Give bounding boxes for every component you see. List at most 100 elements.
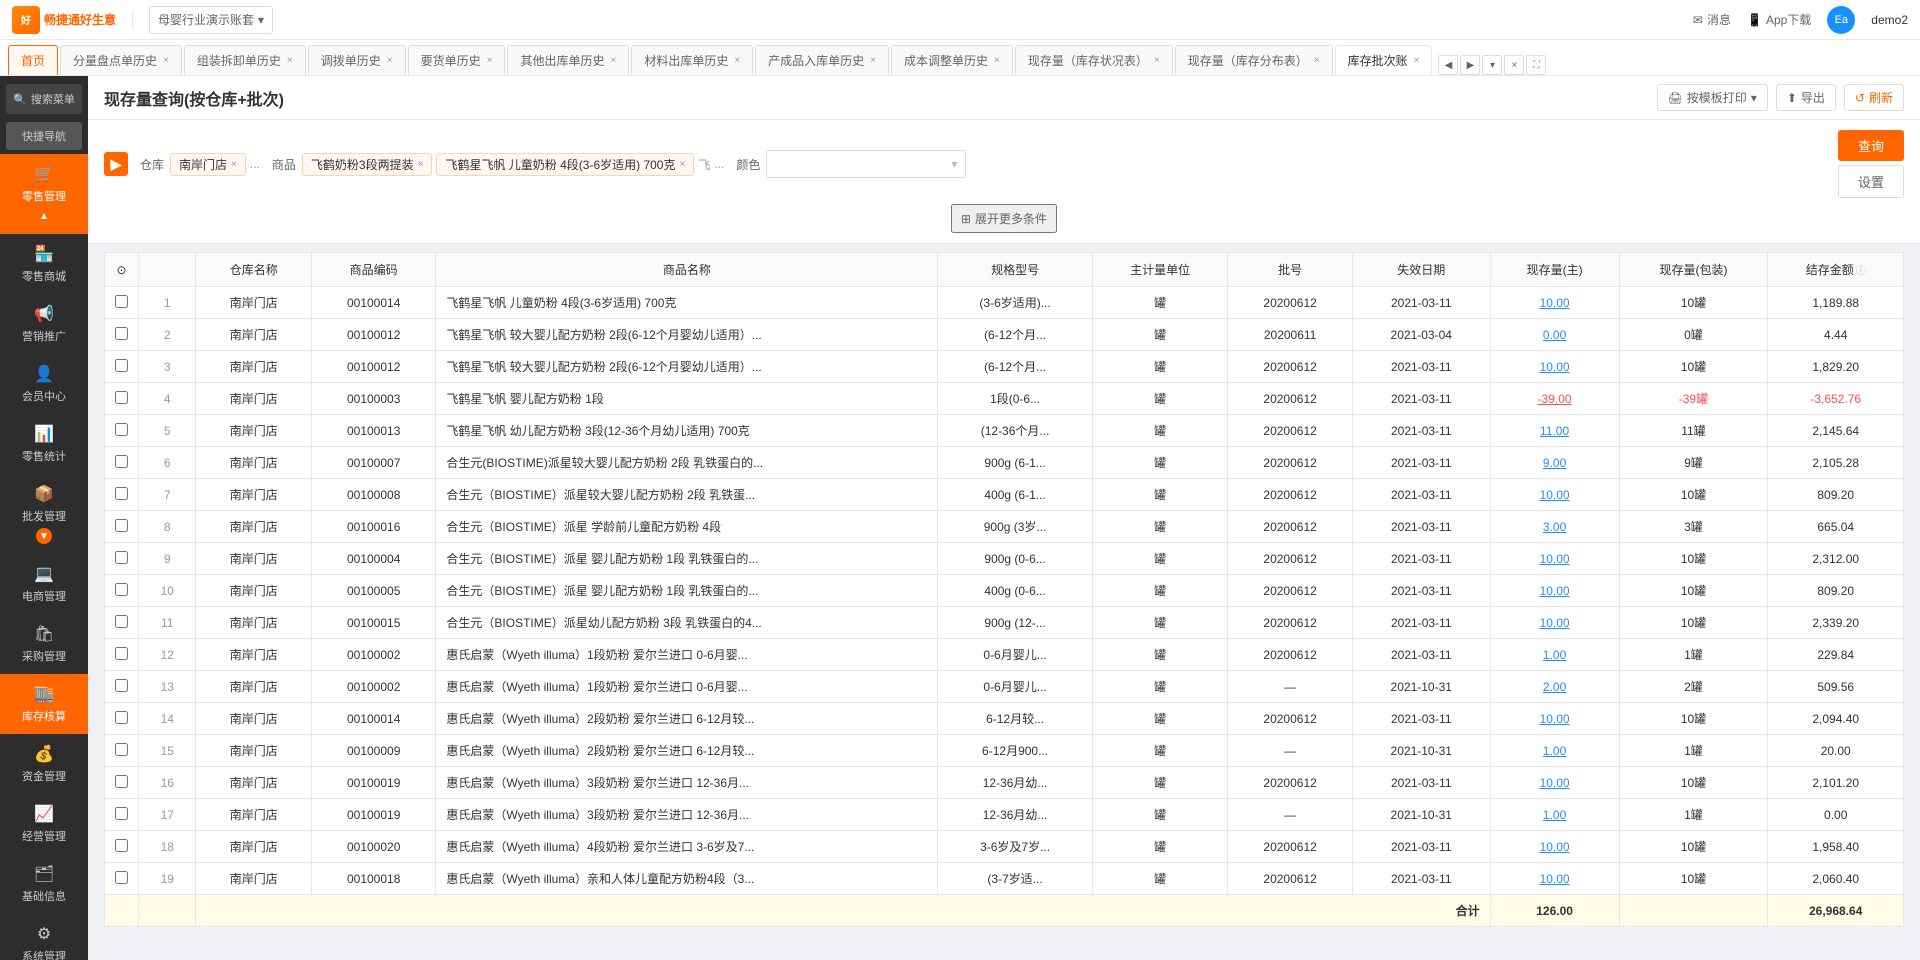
row-stock-main[interactable]: 10.00 <box>1490 767 1619 799</box>
row-check[interactable] <box>105 383 139 415</box>
row-check[interactable] <box>105 319 139 351</box>
row-stock-main[interactable]: 11.00 <box>1490 415 1619 447</box>
row-checkbox[interactable] <box>115 839 128 852</box>
color-filter-input[interactable]: ▾ <box>766 150 966 178</box>
row-check[interactable] <box>105 287 139 319</box>
row-check[interactable] <box>105 575 139 607</box>
row-stock-main[interactable]: 9.00 <box>1490 447 1619 479</box>
row-stock-main[interactable]: 10.00 <box>1490 479 1619 511</box>
row-stock-main[interactable]: 1.00 <box>1490 799 1619 831</box>
refresh-btn[interactable]: ↺ 刷新 <box>1844 84 1904 111</box>
row-check[interactable] <box>105 831 139 863</box>
row-checkbox[interactable] <box>115 391 128 404</box>
row-checkbox[interactable] <box>115 775 128 788</box>
tab-cai-liao-close[interactable]: × <box>734 55 740 66</box>
warehouse-tag-0-close[interactable]: × <box>231 159 237 170</box>
tab-yao-huo-close[interactable]: × <box>487 55 493 66</box>
template-print-btn[interactable]: 🖨 按模板打印 ▾ <box>1657 84 1768 111</box>
row-checkbox[interactable] <box>115 519 128 532</box>
filter-expand-btn[interactable]: ▶ <box>104 152 128 176</box>
row-stock-main[interactable]: 10.00 <box>1490 831 1619 863</box>
export-btn[interactable]: ⬆ 导出 <box>1776 84 1836 111</box>
sidebar-item-member[interactable]: 👤 会员中心 <box>0 354 88 414</box>
row-check[interactable] <box>105 351 139 383</box>
row-check[interactable] <box>105 607 139 639</box>
sidebar-item-zero-sales[interactable]: 🛒 零售管理 ▲ <box>0 154 88 234</box>
tab-cai-liao[interactable]: 材料出库单历史 × <box>631 45 753 75</box>
row-stock-main[interactable]: 2.00 <box>1490 671 1619 703</box>
tab-scroll-left[interactable]: ◀ <box>1438 55 1458 75</box>
tab-zu-chai[interactable]: 组装拆卸单历史 × <box>184 45 306 75</box>
tab-qi-ta-close[interactable]: × <box>610 55 616 66</box>
tab-cheng-ben[interactable]: 成本调整单历史 × <box>891 45 1013 75</box>
tab-ku-cun-zhuang[interactable]: 现存量（库存状况表） × <box>1015 45 1173 75</box>
row-check[interactable] <box>105 511 139 543</box>
row-stock-main[interactable]: 0.00 <box>1490 319 1619 351</box>
tab-ku-pi-ci-close[interactable]: × <box>1414 55 1420 66</box>
sidebar-item-zero-shop[interactable]: 🏪 零售商城 <box>0 234 88 294</box>
row-checkbox[interactable] <box>115 551 128 564</box>
row-stock-main[interactable]: 1.00 <box>1490 639 1619 671</box>
row-check[interactable] <box>105 735 139 767</box>
row-stock-main[interactable]: 3.00 <box>1490 511 1619 543</box>
row-stock-main[interactable]: 10.00 <box>1490 703 1619 735</box>
message-btn[interactable]: ✉ 消息 <box>1693 11 1731 28</box>
product-tag-1-close[interactable]: × <box>679 159 685 170</box>
row-checkbox[interactable] <box>115 743 128 756</box>
sidebar-item-zero-stats[interactable]: 📊 零售统计 <box>0 414 88 474</box>
row-check[interactable] <box>105 767 139 799</box>
tab-yao-huo[interactable]: 要货单历史 × <box>408 45 506 75</box>
sidebar-item-basic[interactable]: 🗂 基础信息 <box>0 854 88 914</box>
row-checkbox[interactable] <box>115 359 128 372</box>
search-menu-btn[interactable]: 🔍 搜索菜单 <box>6 84 82 114</box>
row-check[interactable] <box>105 671 139 703</box>
tab-home[interactable]: 首页 <box>8 45 58 75</box>
sidebar-item-inventory[interactable]: 🏬 库存核算 <box>0 674 88 734</box>
query-btn[interactable]: 查询 <box>1838 130 1904 161</box>
row-checkbox[interactable] <box>115 871 128 884</box>
row-checkbox[interactable] <box>115 615 128 628</box>
avatar[interactable]: Ea <box>1827 6 1855 34</box>
row-check[interactable] <box>105 799 139 831</box>
tab-diao-bo[interactable]: 调拨单历史 × <box>308 45 406 75</box>
row-checkbox[interactable] <box>115 679 128 692</box>
row-checkbox[interactable] <box>115 647 128 660</box>
row-check[interactable] <box>105 543 139 575</box>
sidebar-item-finance[interactable]: 💰 资金管理 <box>0 734 88 794</box>
row-stock-main[interactable]: 10.00 <box>1490 543 1619 575</box>
row-check[interactable] <box>105 639 139 671</box>
row-stock-main[interactable]: -39.00 <box>1490 383 1619 415</box>
tab-chan-pin[interactable]: 产成品入库单历史 × <box>755 45 889 75</box>
tab-menu[interactable]: ▾ <box>1482 55 1502 75</box>
quick-nav-btn[interactable]: 快捷导航 <box>6 122 82 150</box>
tab-qi-ta[interactable]: 其他出库单历史 × <box>507 45 629 75</box>
row-check[interactable] <box>105 863 139 895</box>
tab-ku-cun-fen[interactable]: 现存量（库存分布表） × <box>1175 45 1333 75</box>
row-checkbox[interactable] <box>115 807 128 820</box>
expand-more-conditions-btn[interactable]: ⊞ 展开更多条件 <box>951 204 1057 233</box>
row-stock-main[interactable]: 10.00 <box>1490 351 1619 383</box>
tab-expand[interactable]: ⛶ <box>1526 55 1546 75</box>
row-checkbox[interactable] <box>115 295 128 308</box>
row-check[interactable] <box>105 479 139 511</box>
tab-scroll-right[interactable]: ▶ <box>1460 55 1480 75</box>
sidebar-item-ops[interactable]: 📈 经营管理 <box>0 794 88 854</box>
tab-ku-cun-fen-close[interactable]: × <box>1314 55 1320 66</box>
tab-ku-cun-zhuang-close[interactable]: × <box>1154 55 1160 66</box>
warehouse-tag-more[interactable]: ... <box>250 157 260 171</box>
tab-chan-pin-close[interactable]: × <box>870 55 876 66</box>
row-checkbox[interactable] <box>115 423 128 436</box>
sidebar-item-purchase[interactable]: 🛍 采购管理 <box>0 614 88 674</box>
row-checkbox[interactable] <box>115 487 128 500</box>
tab-fen-pan-close[interactable]: × <box>163 55 169 66</box>
sidebar-item-system[interactable]: ⚙ 系统管理 <box>0 914 88 960</box>
sidebar-item-wholesale[interactable]: 📦 批发管理 ▼ <box>0 474 88 554</box>
row-stock-main[interactable]: 10.00 <box>1490 607 1619 639</box>
row-checkbox[interactable] <box>115 327 128 340</box>
sidebar-item-marketing[interactable]: 📢 营销推广 <box>0 294 88 354</box>
app-download-btn[interactable]: 📱 App下载 <box>1747 11 1811 28</box>
row-check[interactable] <box>105 415 139 447</box>
tab-close-all[interactable]: × <box>1504 55 1524 75</box>
row-stock-main[interactable]: 1.00 <box>1490 735 1619 767</box>
row-checkbox[interactable] <box>115 455 128 468</box>
